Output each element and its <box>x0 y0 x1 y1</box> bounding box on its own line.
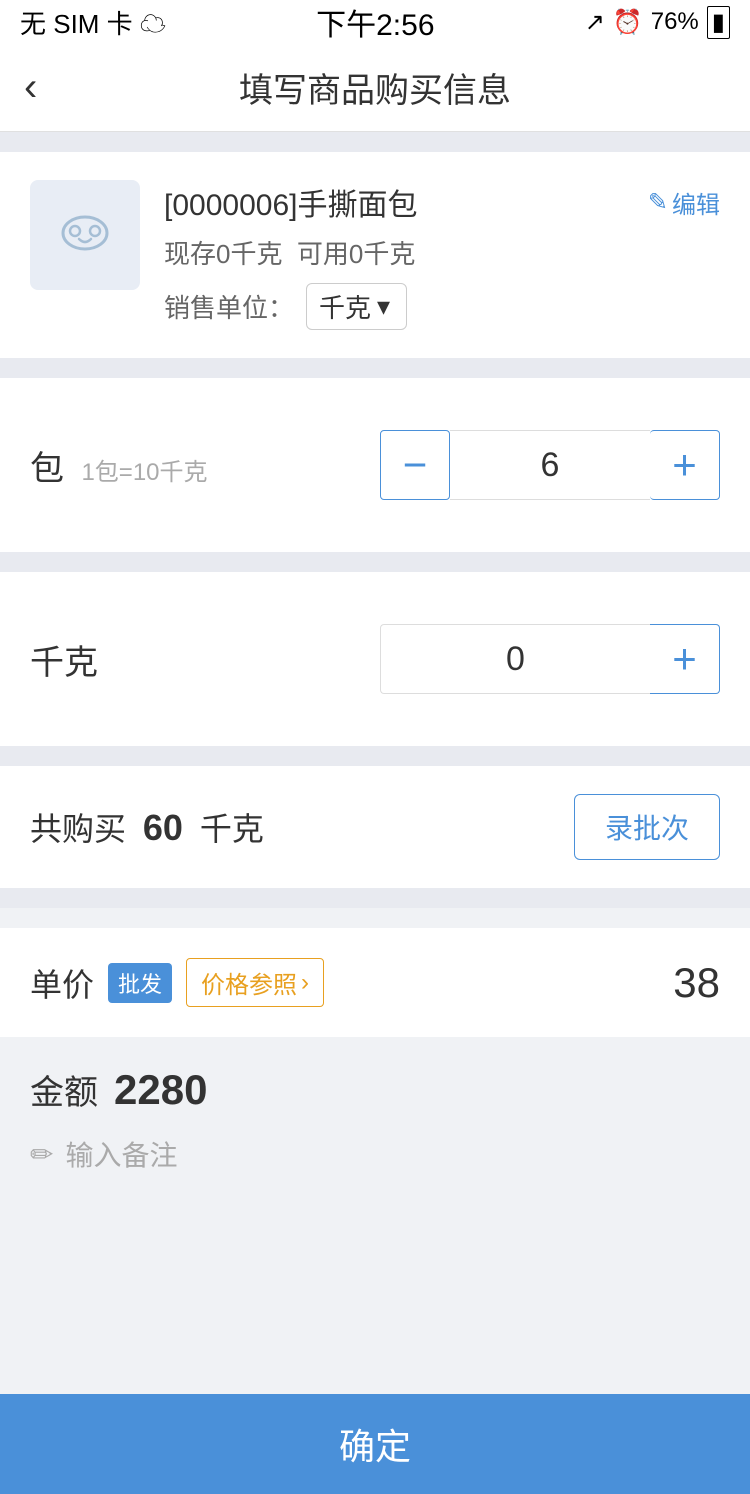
page-title: 填写商品购买信息 <box>239 63 511 112</box>
fill-area <box>0 1194 750 1394</box>
back-button[interactable]: ‹ <box>24 65 37 110</box>
bao-quantity-control: − + <box>380 430 720 500</box>
price-section: 单价 批发 价格参照 › 38 <box>0 928 750 1037</box>
alarm-icon: ⏰ <box>613 8 643 37</box>
divider-1 <box>0 358 750 378</box>
pifa-badge: 批发 <box>108 963 172 1003</box>
bao-quantity-input[interactable] <box>450 430 650 500</box>
kg-quantity-input[interactable] <box>380 624 650 694</box>
pencil-icon: ✏ <box>30 1138 53 1171</box>
bao-row: 包 1包=10千克 − + <box>30 410 720 520</box>
batch-button[interactable]: 录批次 <box>574 794 720 860</box>
battery-label: 76% <box>651 8 699 36</box>
product-thumbnail <box>30 180 140 290</box>
bao-label: 包 1包=10千克 <box>30 441 208 490</box>
status-right: ↗ ⏰ 76% ▮ <box>585 6 730 39</box>
product-card: [0000006]手撕面包 ✎ 编辑 现存0千克 可用0千克 销售单位： 千克 … <box>0 152 750 358</box>
summary-amount: 60 <box>143 807 183 848</box>
divider-2 <box>0 552 750 572</box>
sim-label: 无 SIM 卡 ☁ <box>20 4 166 41</box>
product-unit-row: 销售单位： 千克 ▾ <box>164 283 720 330</box>
product-logo-icon <box>55 205 115 265</box>
bao-minus-button[interactable]: − <box>380 430 450 500</box>
kg-label: 千克 <box>30 635 98 684</box>
price-value: 38 <box>673 959 720 1007</box>
amount-value: 2280 <box>114 1066 207 1114</box>
bao-plus-button[interactable]: + <box>650 430 720 500</box>
price-ref-arrow-icon: › <box>301 969 309 997</box>
amount-label: 金额 <box>30 1065 98 1114</box>
amount-row: 金额 2280 <box>30 1065 720 1114</box>
amount-section: 金额 2280 ✏ 输入备注 <box>0 1037 750 1194</box>
unit-dropdown[interactable]: 千克 ▾ <box>306 283 407 330</box>
top-divider <box>0 132 750 152</box>
location-icon: ↗ <box>585 8 605 37</box>
battery-icon: ▮ <box>707 6 730 39</box>
divider-3 <box>0 746 750 766</box>
note-placeholder: 输入备注 <box>65 1134 177 1174</box>
bao-section: 包 1包=10千克 − + <box>0 378 750 552</box>
kg-section: 千克 + <box>0 572 750 746</box>
nav-bar: ‹ 填写商品购买信息 <box>0 44 750 132</box>
product-name: [0000006]手撕面包 <box>164 180 417 224</box>
product-stock: 现存0千克 可用0千克 <box>164 234 720 271</box>
kg-plus-button[interactable]: + <box>650 624 720 694</box>
product-info: [0000006]手撕面包 ✎ 编辑 现存0千克 可用0千克 销售单位： 千克 … <box>164 180 720 330</box>
price-label-group: 单价 批发 价格参照 › <box>30 958 324 1007</box>
price-row: 单价 批发 价格参照 › 38 <box>30 958 720 1007</box>
status-time: 下午2:56 <box>316 0 434 44</box>
status-bar: 无 SIM 卡 ☁ 下午2:56 ↗ ⏰ 76% ▮ <box>0 0 750 44</box>
summary-section: 共购买 60 千克 录批次 <box>0 766 750 888</box>
price-label: 单价 <box>30 960 94 1006</box>
confirm-button[interactable]: 确定 <box>0 1394 750 1494</box>
chevron-down-icon: ▾ <box>377 291 390 322</box>
kg-quantity-control: + <box>380 624 720 694</box>
note-row[interactable]: ✏ 输入备注 <box>30 1134 720 1174</box>
edit-button[interactable]: ✎ 编辑 <box>648 185 720 220</box>
status-left: 无 SIM 卡 ☁ <box>20 4 166 41</box>
edit-icon: ✎ <box>648 188 668 217</box>
summary-text: 共购买 60 千克 <box>30 804 264 850</box>
divider-4 <box>0 888 750 908</box>
bao-hint: 1包=10千克 <box>81 459 207 486</box>
kg-row: 千克 + <box>30 604 720 714</box>
price-ref-button[interactable]: 价格参照 › <box>186 958 324 1007</box>
